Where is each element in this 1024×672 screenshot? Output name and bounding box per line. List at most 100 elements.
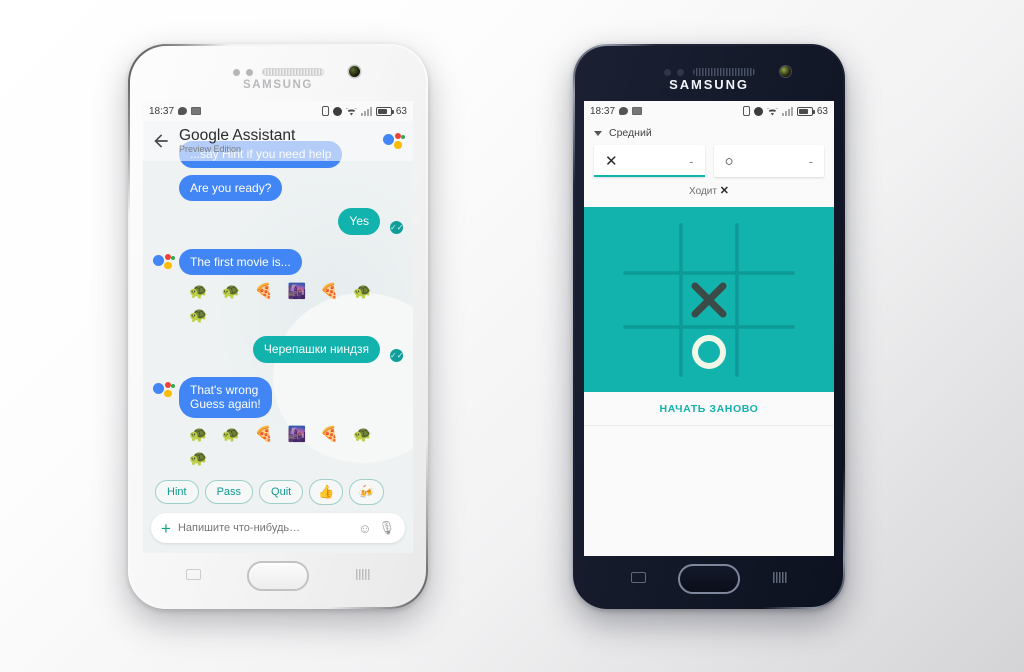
wifi-icon	[766, 108, 778, 116]
message-input[interactable]	[177, 522, 352, 534]
right-sensor-cluster	[575, 68, 843, 76]
score-value-x: -	[689, 153, 694, 169]
cell-bottom-center-o	[692, 334, 726, 369]
quick-reply-quit[interactable]: Quit	[259, 480, 304, 504]
back-key-icon[interactable]	[773, 572, 787, 583]
message-bubble-incoming: The first movie is...	[179, 248, 302, 275]
score-mark-o: ○	[724, 152, 734, 170]
emoji-line: 🐢	[189, 307, 213, 324]
recents-key-icon[interactable]	[631, 572, 646, 583]
game-top-panel: Средний ✕ - ○ - Ходит ✕	[584, 121, 834, 207]
assistant-avatar-icon	[153, 253, 175, 271]
turn-mark: ✕	[719, 185, 729, 197]
emoji-message: 🐢 🐢 🍕 🌆 🍕 🐢 🐢	[153, 425, 403, 469]
emoji-picker-icon[interactable]: ☺	[358, 521, 371, 536]
emoji-line: 🐢	[189, 449, 213, 467]
message-list[interactable]: ...say Hint if you need help Are you rea…	[143, 121, 413, 479]
light-sensor-icon	[676, 68, 684, 76]
light-sensor-icon	[245, 68, 253, 76]
message-row: Yes ✓✓	[153, 208, 403, 235]
message-bubble-outgoing: Черепашки ниндзя	[252, 336, 380, 363]
read-receipt-icon: ✓✓	[390, 220, 404, 234]
quick-reply-beer-icon[interactable]: 🍻	[349, 479, 384, 505]
cell-center-x	[691, 282, 727, 317]
score-card-x[interactable]: ✕ -	[594, 145, 705, 177]
left-phone-screen: 18:37 63 Google Assistant Preview Editio…	[143, 101, 413, 553]
proximity-sensor-icon	[232, 68, 240, 76]
chat-icon	[178, 107, 188, 115]
home-button[interactable]	[678, 564, 740, 594]
score-card-o[interactable]: ○ -	[713, 145, 824, 177]
game-board[interactable]	[584, 207, 834, 392]
status-time: 18:37	[590, 105, 616, 117]
message-row: The first movie is...	[153, 248, 403, 275]
quick-reply-hint[interactable]: Hint	[155, 480, 199, 504]
assistant-avatar-icon	[153, 381, 175, 399]
add-attachment-icon[interactable]: +	[161, 520, 171, 537]
left-status-bar: 18:37 63	[143, 101, 413, 121]
phone-right-navy: SAMSUNG 18:37 63 Средний ✕ - ○ - Ходит ✕…	[573, 44, 845, 609]
left-phone-top-bezel: SAMSUNG	[130, 46, 426, 101]
earpiece-speaker	[692, 68, 755, 76]
message-row: That's wrong Guess again!	[153, 376, 403, 418]
alarm-icon	[332, 106, 342, 116]
quick-reply-bar: Hint Pass Quit 👍 🍻	[143, 479, 413, 513]
turn-prefix: Ходит	[689, 186, 717, 197]
recents-key-icon[interactable]	[186, 569, 201, 580]
image-icon	[191, 107, 202, 115]
vibrate-icon	[742, 106, 750, 116]
tic-tac-toe-app: Средний ✕ - ○ - Ходит ✕ НАЧАТЬ ЗАНОВО	[584, 121, 834, 556]
vibrate-icon	[321, 106, 329, 116]
phone-left-white: SAMSUNG 18:37 63 Google Assistant Previe…	[128, 44, 428, 609]
assistant-chat: Google Assistant Preview Edition ...say …	[143, 121, 413, 553]
back-key-icon[interactable]	[356, 569, 370, 580]
restart-label: НАЧАТЬ ЗАНОВО	[659, 402, 759, 415]
proximity-sensor-icon	[663, 68, 671, 76]
right-phone-bottom-bezel	[575, 552, 843, 607]
left-sensor-cluster	[130, 68, 426, 76]
page-subtitle: Preview Edition	[179, 144, 242, 154]
message-composer[interactable]: + ☺ 🎙	[151, 513, 405, 543]
earpiece-speaker	[261, 68, 324, 76]
message-row: Are you ready?	[153, 174, 403, 201]
status-time: 18:37	[149, 105, 175, 117]
right-phone-brand: SAMSUNG	[669, 77, 749, 92]
battery-icon	[375, 106, 394, 116]
emoji-message: 🐢 🐢 🍕 🌆 🍕 🐢 🐢	[153, 282, 403, 326]
battery-percent: 63	[395, 105, 407, 117]
right-phone-top-bezel: SAMSUNG	[575, 46, 843, 101]
score-value-o: -	[808, 153, 813, 169]
page-title: Google Assistant	[179, 127, 296, 144]
board-grid[interactable]	[609, 215, 809, 385]
battery-icon	[796, 106, 815, 116]
wifi-icon	[345, 108, 357, 116]
read-receipt-icon: ✓✓	[390, 348, 404, 362]
restart-button[interactable]: НАЧАТЬ ЗАНОВО	[584, 392, 834, 426]
score-mark-x: ✕	[605, 153, 618, 170]
home-button[interactable]	[247, 561, 309, 591]
quick-reply-pass[interactable]: Pass	[204, 480, 254, 504]
right-phone-screen: 18:37 63 Средний ✕ - ○ - Ходит ✕ НАЧАТЬ …	[584, 101, 834, 556]
back-arrow-icon[interactable]	[151, 131, 171, 151]
chat-header: Google Assistant Preview Edition	[143, 121, 413, 161]
chat-icon	[619, 107, 629, 115]
battery-percent: 63	[816, 105, 828, 117]
message-row: Черепашки ниндзя ✓✓	[153, 336, 403, 363]
score-row: ✕ - ○ -	[594, 145, 824, 177]
message-bubble-incoming: Are you ready?	[179, 174, 283, 201]
signal-icon	[360, 106, 372, 116]
google-assistant-logo-icon[interactable]	[383, 132, 405, 150]
emoji-line: 🐢 🐢 🍕 🌆 🍕 🐢	[189, 283, 377, 300]
image-icon	[632, 107, 643, 115]
left-phone-brand: SAMSUNG	[243, 79, 313, 91]
difficulty-selector[interactable]: Средний	[594, 127, 824, 139]
chevron-down-icon	[594, 130, 602, 136]
front-camera-icon	[780, 66, 791, 77]
mic-icon[interactable]: 🎙	[378, 520, 395, 536]
left-phone-bottom-bezel	[130, 549, 426, 607]
quick-reply-thumbsup-icon[interactable]: 👍	[309, 479, 344, 505]
front-camera-icon	[349, 66, 360, 77]
signal-icon	[781, 106, 793, 116]
turn-indicator: Ходит ✕	[594, 177, 824, 203]
game-empty-area	[584, 426, 834, 556]
